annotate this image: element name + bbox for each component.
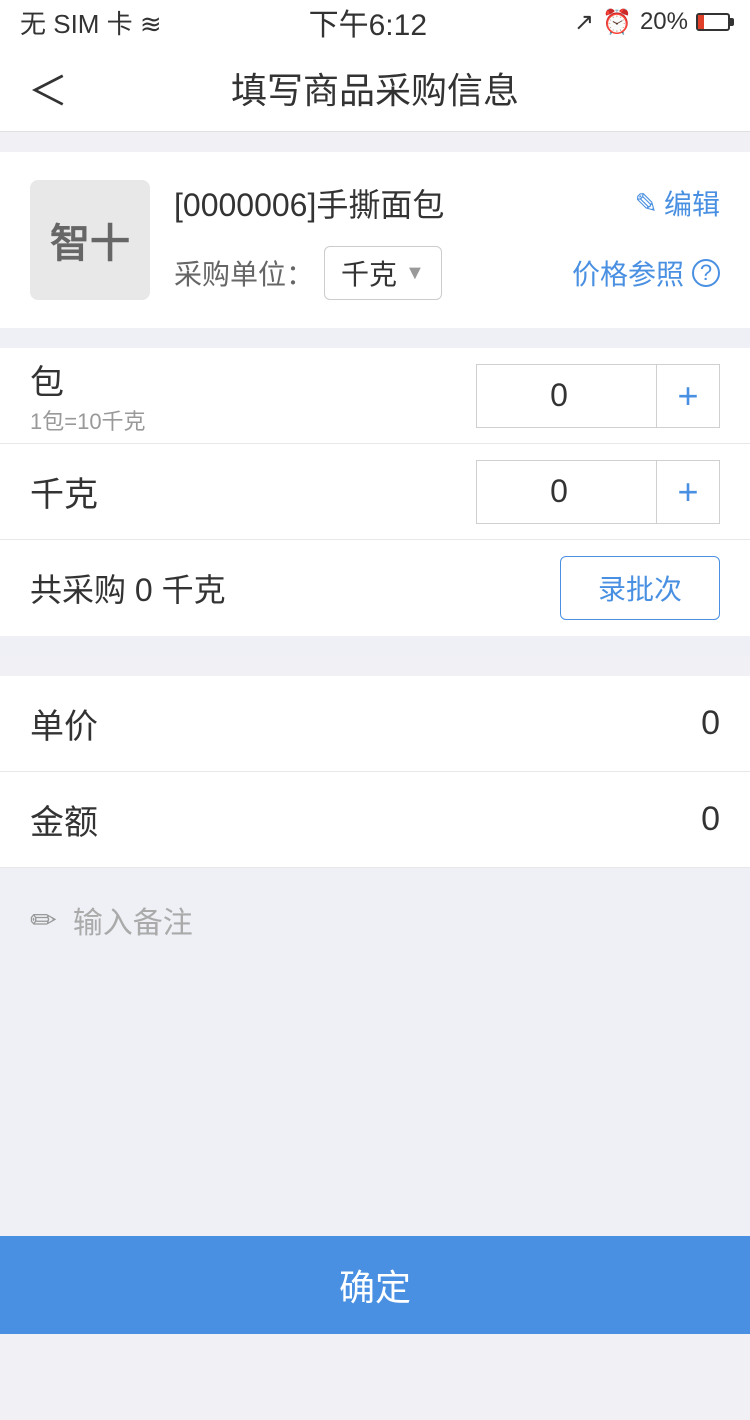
back-button[interactable]: ＜ (28, 59, 68, 117)
battery-icon (696, 13, 730, 31)
summary-text: 共采购 0 千克 (30, 565, 226, 611)
location-icon: ↗ (574, 8, 594, 37)
price-value: 0 (701, 704, 720, 743)
kg-input-row: 千克 + (0, 444, 750, 540)
summary-row: 共采购 0 千克 录批次 (0, 540, 750, 636)
bag-input-row: 包 1包=10千克 + (0, 348, 750, 444)
product-name: [0000006]手撕面包 (174, 180, 444, 226)
price-ref-label: 价格参照 (572, 253, 684, 293)
kg-number-input[interactable] (476, 460, 656, 524)
kg-label: 千克 (30, 467, 170, 516)
battery-level: 20% (640, 8, 688, 36)
edit-button[interactable]: ✎ 编辑 (635, 183, 720, 223)
notes-placeholder: 输入备注 (73, 898, 193, 942)
edit-icon: ✎ (635, 187, 658, 220)
unit-label: 采购单位： (174, 253, 314, 293)
status-time: 下午6:12 (309, 0, 427, 44)
unit-select[interactable]: 千克 ▼ (324, 246, 442, 300)
detail-section: 单价 0 金额 0 (0, 676, 750, 868)
product-info: [0000006]手撕面包 ✎ 编辑 采购单位： 千克 ▼ 价格参照 ? (174, 180, 720, 300)
status-bar: 无 SIM 卡 ≋ 下午6:12 ↗ ⏰ 20% (0, 0, 750, 44)
unit-value: 千克 (341, 253, 397, 293)
kg-plus-button[interactable]: + (656, 460, 720, 524)
bag-label: 包 (30, 355, 170, 404)
status-left: 无 SIM 卡 ≋ (20, 4, 162, 41)
price-ref-button[interactable]: 价格参照 ? (572, 253, 720, 293)
product-card: 智十 [0000006]手撕面包 ✎ 编辑 采购单位： 千克 ▼ (0, 152, 750, 328)
product-image-text: 智十 (50, 211, 130, 269)
nav-bar: ＜ 填写商品采购信息 (0, 44, 750, 132)
summary-unit: 千克 (162, 572, 226, 608)
bag-label-group: 包 1包=10千克 (30, 355, 170, 436)
bag-number-input[interactable] (476, 364, 656, 428)
confirm-label: 确定 (339, 1259, 411, 1311)
bag-sub-label: 1包=10千克 (30, 404, 170, 436)
status-right: ↗ ⏰ 20% (574, 8, 730, 37)
pencil-icon: ✏ (30, 901, 57, 939)
amount-value: 0 (701, 800, 720, 839)
amount-label: 金额 (30, 795, 98, 844)
info-icon: ? (692, 259, 720, 287)
unit-row: 采购单位： 千克 ▼ 价格参照 ? (174, 246, 720, 300)
product-image: 智十 (30, 180, 150, 300)
batch-label: 录批次 (598, 568, 682, 608)
confirm-button[interactable]: 确定 (0, 1236, 750, 1334)
chevron-down-icon: ▼ (405, 262, 425, 285)
page-title: 填写商品采购信息 (231, 62, 519, 114)
section-divider-1 (0, 328, 750, 348)
amount-row: 金额 0 (0, 772, 750, 868)
notes-section[interactable]: ✏ 输入备注 (0, 868, 750, 972)
section-divider-2 (0, 636, 750, 656)
edit-label: 编辑 (664, 183, 720, 223)
price-label: 单价 (30, 699, 98, 748)
summary-amount: 0 (135, 572, 153, 608)
product-name-row: [0000006]手撕面包 ✎ 编辑 (174, 180, 720, 226)
batch-button[interactable]: 录批次 (560, 556, 720, 620)
bag-plus-button[interactable]: + (656, 364, 720, 428)
price-row: 单价 0 (0, 676, 750, 772)
kg-label-group: 千克 (30, 467, 170, 516)
input-section: 包 1包=10千克 + 千克 + (0, 348, 750, 540)
kg-input-wrapper: + (476, 460, 720, 524)
bag-input-wrapper: + (476, 364, 720, 428)
alarm-icon: ⏰ (602, 8, 632, 37)
